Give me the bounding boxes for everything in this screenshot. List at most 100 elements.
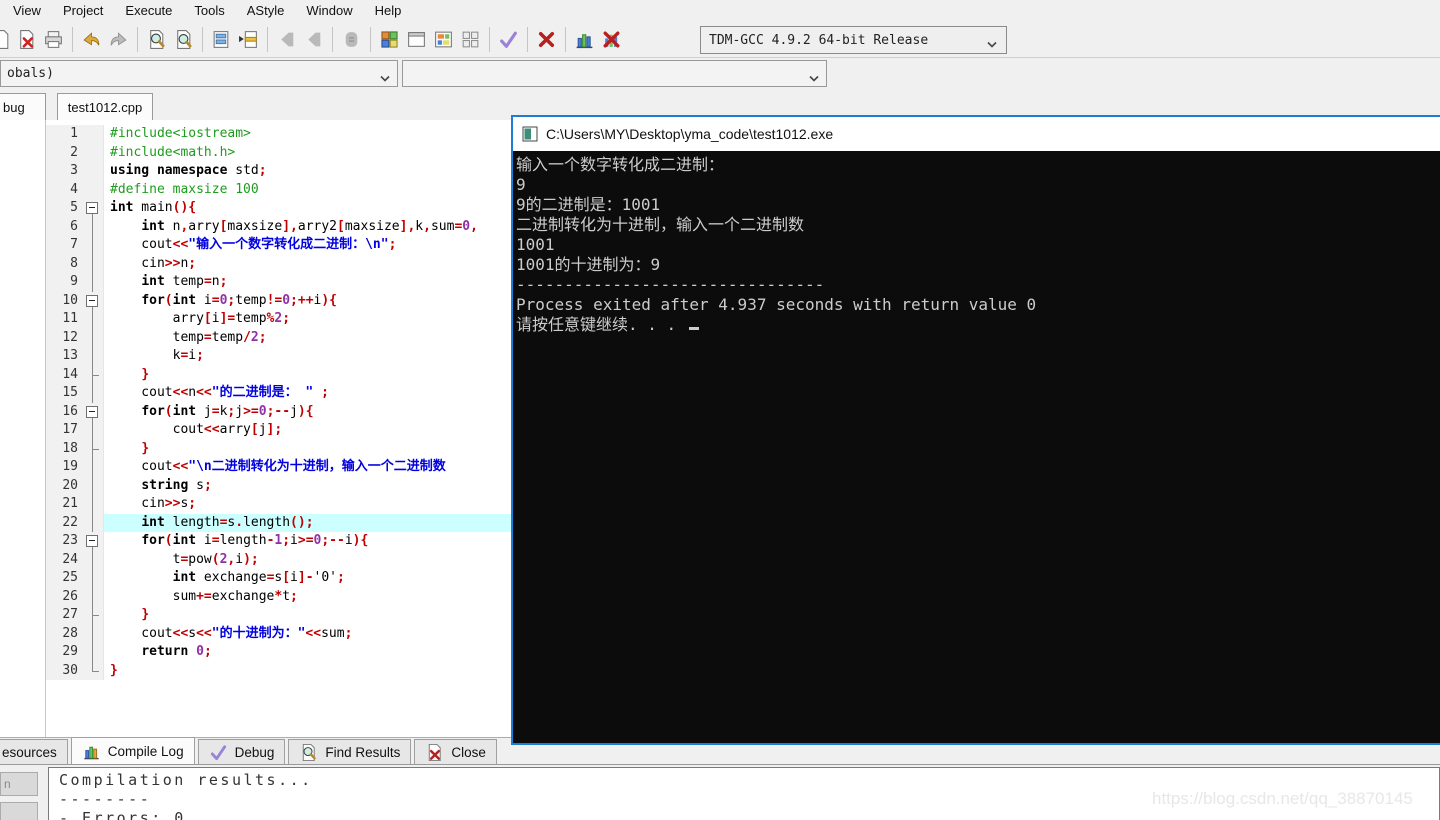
fold-margin — [82, 273, 104, 292]
fold-margin — [82, 606, 104, 625]
console-output[interactable]: 输入一个数字转化成二进制： 9 9的二进制是：1001 二进制转化为十进制，输入一个二… — [513, 151, 1440, 743]
bottom-tab-debug[interactable]: Debug — [197, 739, 286, 764]
fold-collapse-icon[interactable] — [86, 405, 98, 418]
fold-collapse-icon[interactable] — [86, 535, 98, 547]
line-number: 11 — [46, 310, 82, 329]
fold-toggle-icon[interactable] — [82, 402, 104, 421]
menu-item-astyle[interactable]: AStyle — [236, 0, 296, 22]
fold-toggle-icon[interactable] — [82, 532, 104, 551]
menu-item-project[interactable]: Project — [52, 0, 114, 22]
fold-collapse-icon[interactable] — [86, 202, 98, 214]
fold-toggle-icon[interactable] — [82, 291, 104, 310]
bottom-tab-compile-log[interactable]: Compile Log — [70, 737, 195, 764]
toolbar-separator — [267, 27, 268, 52]
console-line: 二进制转化为十进制，输入一个二进制数 — [516, 215, 805, 234]
fold-margin — [82, 236, 104, 255]
line-number: 26 — [46, 587, 82, 606]
compile-log-line: - Errors: 0 — [59, 809, 186, 820]
file-tab[interactable]: test1012.cpp — [57, 93, 153, 120]
toolbar-separator — [370, 27, 371, 52]
replace-icon[interactable] — [170, 26, 197, 54]
console-cursor — [688, 327, 699, 330]
goto-line-icon[interactable] — [208, 26, 235, 54]
undo-icon[interactable] — [78, 26, 105, 54]
bottom-tab-label: Compile Log — [107, 743, 184, 759]
console-app-icon — [522, 126, 538, 142]
console-titlebar[interactable]: C:\Users\MY\Desktop\yma_code\test1012.ex… — [513, 117, 1440, 151]
console-title: C:\Users\MY\Desktop\yma_code\test1012.ex… — [546, 126, 834, 142]
fold-margin — [82, 458, 104, 477]
menu-item-execute[interactable]: Execute — [114, 0, 183, 22]
left-panel-tab-debug[interactable]: bug — [0, 93, 46, 120]
close-file-icon[interactable] — [13, 26, 40, 54]
class-combo-value: obals) — [7, 66, 54, 81]
fold-margin — [82, 217, 104, 236]
fold-margin — [82, 310, 104, 329]
line-number: 20 — [46, 476, 82, 495]
line-number: 5 — [46, 199, 82, 218]
compiler-select-value: TDM-GCC 4.9.2 64-bit Release — [709, 32, 929, 48]
fold-margin — [82, 439, 104, 458]
console-line: 9 — [516, 175, 526, 194]
menu-item-tools[interactable]: Tools — [183, 0, 235, 22]
fold-toggle-icon[interactable] — [82, 199, 104, 218]
fold-margin — [82, 365, 104, 384]
profile-icon[interactable] — [571, 26, 598, 54]
member-combo[interactable] — [402, 60, 827, 87]
project-options-icon[interactable] — [430, 26, 457, 54]
line-number: 29 — [46, 643, 82, 662]
fold-margin — [82, 143, 104, 162]
bottom-tab-label: Debug — [234, 744, 275, 760]
log-side-button-2[interactable] — [0, 802, 38, 820]
line-number: 2 — [46, 143, 82, 162]
fold-margin — [82, 476, 104, 495]
project-browser-panel[interactable] — [0, 120, 46, 737]
compiler-select[interactable]: TDM-GCC 4.9.2 64-bit Release — [700, 26, 1007, 54]
console-line: 1001的十进制为：9 — [516, 255, 661, 274]
line-number: 21 — [46, 495, 82, 514]
insert-icon[interactable] — [235, 26, 262, 54]
line-number: 7 — [46, 236, 82, 255]
line-number: 22 — [46, 513, 82, 532]
line-number: 17 — [46, 421, 82, 440]
fold-margin — [82, 254, 104, 273]
window-icon[interactable] — [403, 26, 430, 54]
fold-margin — [82, 643, 104, 662]
log-side-button[interactable]: n — [0, 772, 38, 796]
fold-margin — [82, 513, 104, 532]
console-line: Process exited after 4.937 seconds with … — [516, 295, 1037, 314]
profile-delete-icon[interactable] — [598, 26, 625, 54]
new-file-icon[interactable] — [0, 26, 13, 54]
menu-item-view[interactable]: View — [2, 0, 52, 22]
bottom-tab-find-results[interactable]: Find Results — [288, 739, 412, 764]
line-number: 13 — [46, 347, 82, 366]
bottom-tab-esources[interactable]: esources — [0, 739, 68, 764]
bottom-tab-close[interactable]: Close — [414, 739, 497, 764]
toolbar-separator — [332, 27, 333, 52]
file-tab-label: test1012.cpp — [67, 99, 143, 115]
class-combo[interactable]: obals) — [0, 60, 398, 87]
grid-icon[interactable] — [457, 26, 484, 54]
line-number: 23 — [46, 532, 82, 551]
close-icon — [425, 743, 444, 762]
line-number: 8 — [46, 254, 82, 273]
menu-item-help[interactable]: Help — [364, 0, 413, 22]
print-icon[interactable] — [40, 26, 67, 54]
fold-margin — [82, 569, 104, 588]
chevron-down-icon — [808, 70, 820, 82]
check-icon[interactable] — [495, 26, 522, 54]
line-number: 30 — [46, 661, 82, 680]
line-number: 14 — [46, 365, 82, 384]
line-number: 12 — [46, 328, 82, 347]
toolbar-separator — [137, 27, 138, 52]
project-icon[interactable] — [376, 26, 403, 54]
line-number: 24 — [46, 550, 82, 569]
remove-icon[interactable] — [533, 26, 560, 54]
fold-collapse-icon[interactable] — [86, 294, 98, 307]
find-icon[interactable] — [143, 26, 170, 54]
console-window[interactable]: C:\Users\MY\Desktop\yma_code\test1012.ex… — [511, 115, 1440, 745]
fold-margin — [82, 384, 104, 403]
menu-item-window[interactable]: Window — [295, 0, 363, 22]
redo-icon[interactable] — [105, 26, 132, 54]
bottom-tab-label: Close — [451, 744, 486, 760]
